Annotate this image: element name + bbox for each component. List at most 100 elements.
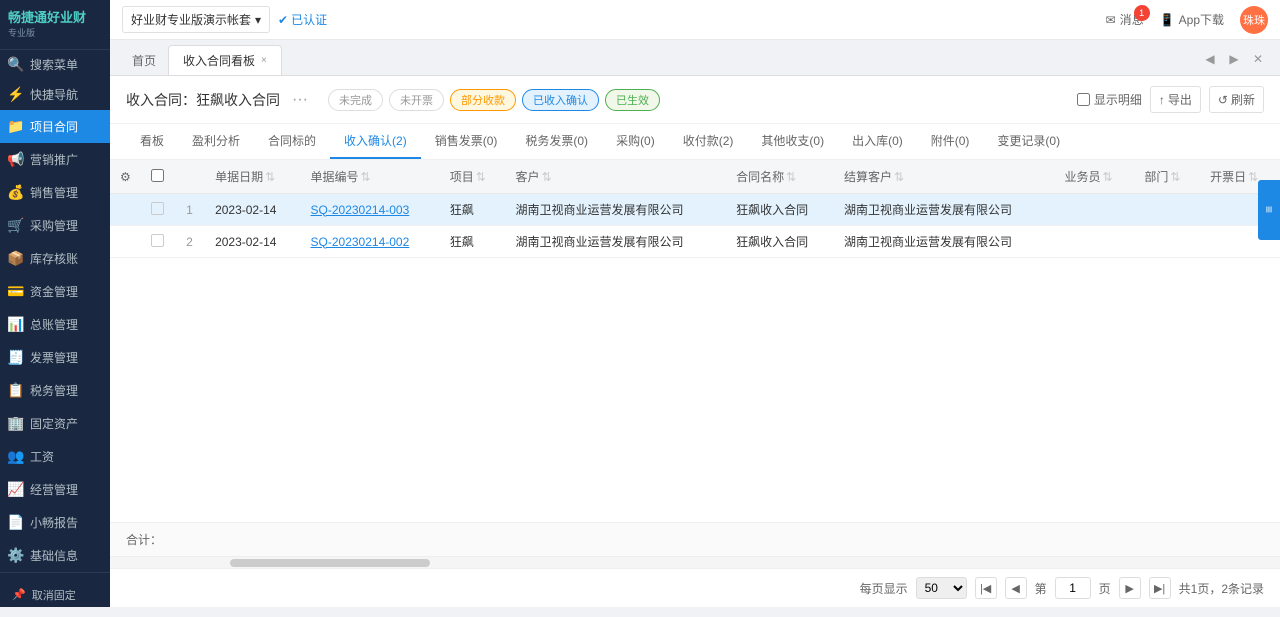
company-selector[interactable]: 好业财专业版演示帐套 ▾: [122, 6, 270, 33]
status-not-invoiced[interactable]: 未开票: [389, 89, 444, 111]
row-check-box[interactable]: [151, 234, 164, 247]
subtab-contract-standard[interactable]: 合同标的: [254, 124, 330, 159]
subtab-tax-invoice[interactable]: 税务发票(0): [511, 124, 602, 159]
subtab-other-income[interactable]: 其他收支(0): [747, 124, 838, 159]
sort-docno-icon: ⇅: [361, 170, 371, 184]
tab-close-icon[interactable]: ×: [261, 55, 267, 66]
status-incomplete[interactable]: 未完成: [328, 89, 383, 111]
close-tab-button[interactable]: ✕: [1248, 49, 1268, 69]
subtab-attachments[interactable]: 附件(0): [917, 124, 984, 159]
refresh-button[interactable]: ↺ 刷新: [1209, 86, 1264, 113]
th-contract-name[interactable]: 合同名称⇅: [726, 160, 834, 194]
show-detail-label: 显示明细: [1094, 91, 1142, 108]
sidebar-item-label: 固定资产: [30, 415, 78, 432]
tab-home[interactable]: 首页: [122, 46, 166, 75]
sidebar-item-fund[interactable]: 💳 资金管理: [0, 275, 110, 308]
row-checkbox[interactable]: [141, 226, 174, 258]
subtab-overview[interactable]: 看板: [126, 124, 178, 159]
prev-tab-button[interactable]: ◀: [1200, 49, 1220, 69]
status-confirmed[interactable]: 已收入确认: [522, 89, 599, 111]
chart-icon: 📊: [8, 316, 24, 332]
first-page-button[interactable]: |◀: [975, 577, 997, 599]
last-page-button[interactable]: ▶|: [1149, 577, 1171, 599]
row-checkbox[interactable]: [141, 194, 174, 226]
row-doc-no[interactable]: SQ-20230214-003: [301, 194, 440, 226]
th-salesperson[interactable]: 业务员⇅: [1055, 160, 1135, 194]
side-action-panel: ≡: [1258, 180, 1280, 240]
subtab-change-records[interactable]: 变更记录(0): [983, 124, 1074, 159]
scrollbar-thumb[interactable]: [230, 559, 430, 567]
sidebar-item-report[interactable]: 📄 小畅报告: [0, 506, 110, 539]
row-check-box[interactable]: [151, 202, 164, 215]
th-settings[interactable]: ⚙: [110, 160, 141, 194]
status-partial-received[interactable]: 部分收款: [450, 89, 516, 111]
side-action-button[interactable]: ≡: [1258, 180, 1280, 240]
sidebar-item-label: 搜索菜单: [30, 56, 78, 73]
subtab-purchase[interactable]: 采购(0): [602, 124, 669, 159]
th-date-label: 单据日期: [215, 170, 263, 184]
horizontal-scrollbar[interactable]: [110, 556, 1280, 568]
sidebar-item-sales[interactable]: 💰 销售管理: [0, 176, 110, 209]
th-date[interactable]: 单据日期⇅: [205, 160, 300, 194]
th-checkbox[interactable]: [141, 160, 174, 194]
per-page-select[interactable]: 50 100 200: [916, 577, 967, 599]
doc-no-link[interactable]: SQ-20230214-003: [311, 203, 410, 217]
sort-opendate-icon: ⇅: [1248, 170, 1258, 184]
sidebar-item-project[interactable]: 📁 项目合同: [0, 110, 110, 143]
user-avatar[interactable]: 珠珠: [1240, 6, 1268, 34]
show-detail-checkbox[interactable]: 显示明细: [1077, 91, 1142, 108]
total-info: 共1页，2条记录: [1179, 580, 1264, 597]
message-icon: ✉: [1106, 13, 1116, 27]
subtab-outbound[interactable]: 出入库(0): [838, 124, 917, 159]
row-date: 2023-02-14: [205, 226, 300, 258]
sidebar-item-basic[interactable]: ⚙️ 基础信息: [0, 539, 110, 572]
topbar-right: ✉ 消息 1 📱 App下载 珠珠: [1106, 6, 1268, 34]
sidebar-item-inventory[interactable]: 📦 库存核账: [0, 242, 110, 275]
sidebar-item-invoice[interactable]: 🧾 发票管理: [0, 341, 110, 374]
sidebar-item-general[interactable]: 📊 总账管理: [0, 308, 110, 341]
sidebar-item-label: 快捷导航: [30, 86, 78, 103]
subtab-income-confirm[interactable]: 收入确认(2): [330, 124, 421, 159]
th-final-customer[interactable]: 结算客户⇅: [834, 160, 1055, 194]
select-all-checkbox[interactable]: [151, 169, 164, 182]
lightning-icon: ⚡: [8, 86, 24, 102]
sidebar-item-marketing[interactable]: 📢 营销推广: [0, 143, 110, 176]
status-effective[interactable]: 已生效: [605, 89, 660, 111]
contract-header: 收入合同：狂飙收入合同 ··· 未完成 未开票 部分收款 已收入确认 已生效 显…: [110, 76, 1280, 124]
doc-no-link[interactable]: SQ-20230214-002: [311, 235, 410, 249]
th-open-date-label: 开票日: [1210, 170, 1246, 184]
row-doc-no[interactable]: SQ-20230214-002: [301, 226, 440, 258]
building-icon: 🏢: [8, 415, 24, 431]
show-detail-input[interactable]: [1077, 93, 1090, 106]
next-tab-button[interactable]: ▶: [1224, 49, 1244, 69]
sidebar-item-tax[interactable]: 📋 税务管理: [0, 374, 110, 407]
subtab-profit[interactable]: 盈利分析: [178, 124, 254, 159]
sidebar-item-asset[interactable]: 🏢 固定资产: [0, 407, 110, 440]
sidebar-item-purchase[interactable]: 🛒 采购管理: [0, 209, 110, 242]
next-page-button[interactable]: ▶: [1119, 577, 1141, 599]
home-label: 首页: [132, 54, 156, 68]
row-project: 狂飙: [440, 194, 506, 226]
subtab-sales-invoice[interactable]: 销售发票(0): [421, 124, 512, 159]
th-doc-no[interactable]: 单据编号⇅: [301, 160, 440, 194]
th-project[interactable]: 项目⇅: [440, 160, 506, 194]
th-dept[interactable]: 部门⇅: [1134, 160, 1200, 194]
unpin-button[interactable]: 📌 取消固定: [8, 581, 102, 609]
sidebar-item-quick-nav[interactable]: ⚡ 快捷导航: [0, 79, 110, 110]
export-button[interactable]: ↑ 导出: [1150, 86, 1201, 113]
row-customer: 湖南卫视商业运营发展有限公司: [506, 226, 727, 258]
subtab-payment[interactable]: 收付款(2): [669, 124, 748, 159]
tab-income-contract[interactable]: 收入合同看板 ×: [168, 45, 282, 75]
sidebar-item-hr[interactable]: 👥 工资: [0, 440, 110, 473]
trending-icon: 📈: [8, 481, 24, 497]
prev-page-button[interactable]: ◀: [1005, 577, 1027, 599]
th-customer[interactable]: 客户⇅: [506, 160, 727, 194]
message-button[interactable]: ✉ 消息 1: [1106, 11, 1144, 28]
contract-more-button[interactable]: ···: [292, 91, 308, 109]
logo-sub: 专业版: [8, 26, 102, 39]
app-download-button[interactable]: 📱 App下载: [1160, 11, 1224, 28]
page-input[interactable]: [1055, 577, 1091, 599]
sidebar-item-ops[interactable]: 📈 经营管理: [0, 473, 110, 506]
sidebar-logo: 畅捷通好业财 专业版: [0, 0, 110, 50]
sidebar-item-search[interactable]: 🔍 搜索菜单: [0, 50, 110, 79]
